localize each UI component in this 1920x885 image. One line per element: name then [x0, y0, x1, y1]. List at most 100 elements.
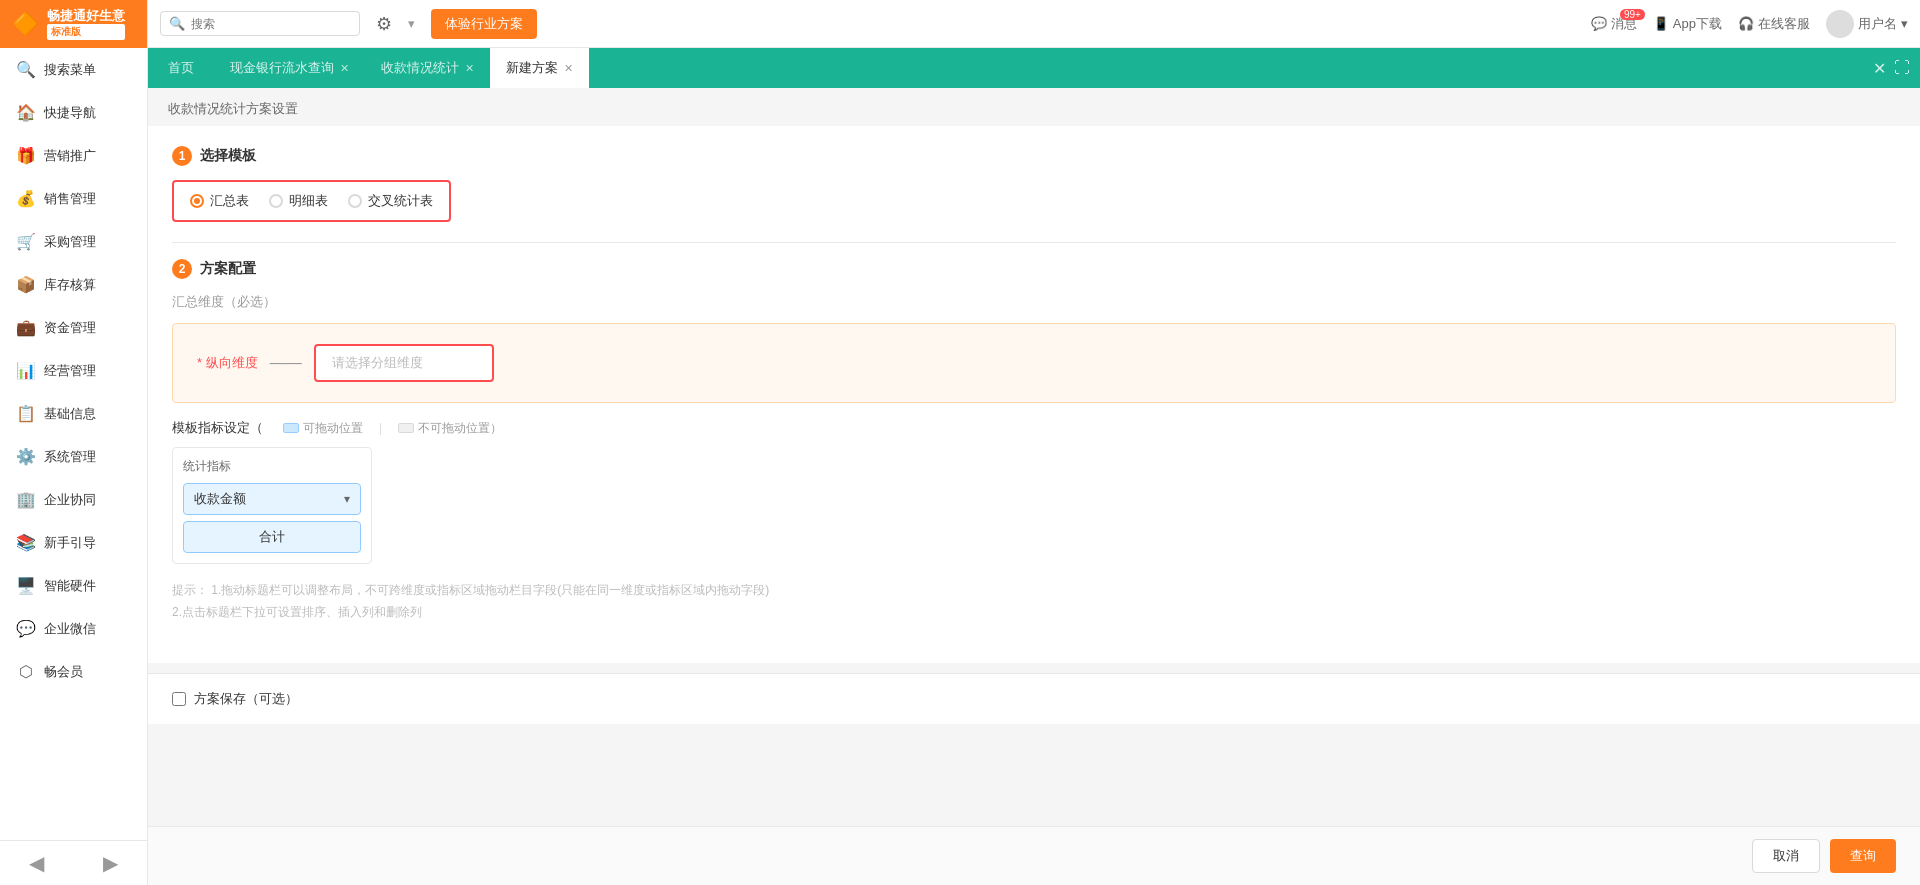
- step2-num: 2: [172, 259, 192, 279]
- username-label: 用户名: [1858, 15, 1897, 33]
- sidebar-item-member[interactable]: ⬡ 畅会员: [0, 650, 147, 693]
- member-icon: ⬡: [16, 662, 36, 681]
- metrics-header: 模板指标设定（ 可拖动位置 | 不可拖动位置）: [172, 419, 1896, 437]
- radio-summary-circle: [190, 194, 204, 208]
- dimension-config: 汇总维度（必选） 纵向维度 —— 请选择分组维度: [172, 293, 1896, 403]
- sidebar-item-basic-info[interactable]: 📋 基础信息: [0, 392, 147, 435]
- dimension-title: 汇总维度（必选）: [172, 293, 1896, 311]
- metrics-section: 模板指标设定（ 可拖动位置 | 不可拖动位置）: [172, 419, 1896, 564]
- settings-icon[interactable]: ⚙: [376, 13, 392, 35]
- save-checkbox[interactable]: [172, 692, 186, 706]
- message-icon: 💬: [1591, 16, 1607, 31]
- dimension-arrow-icon: ——: [270, 354, 302, 372]
- tab-bank-flow[interactable]: 现金银行流水查询 ✕: [214, 48, 365, 88]
- tab-receipt-stat[interactable]: 收款情况统计 ✕: [365, 48, 490, 88]
- radio-cross[interactable]: 交叉统计表: [348, 192, 433, 210]
- sidebar: 🔶 畅捷通好生意 标准版 🔍 搜索菜单 🏠 快捷导航 🎁 营销推广 💰 销售管理…: [0, 0, 148, 885]
- sales-icon: 💰: [16, 189, 36, 208]
- sidebar-item-system[interactable]: ⚙️ 系统管理: [0, 435, 147, 478]
- radio-detail-label: 明细表: [289, 192, 328, 210]
- sidebar-item-search-menu[interactable]: 🔍 搜索菜单: [0, 48, 147, 91]
- dimension-row: 纵向维度 —— 请选择分组维度: [197, 344, 1871, 382]
- home-icon: 🏠: [16, 103, 36, 122]
- tab-bar: 首页 现金银行流水查询 ✕ 收款情况统计 ✕ 新建方案 ✕ ✕ ⛶: [148, 48, 1920, 88]
- sidebar-item-smart-hw[interactable]: 🖥️ 智能硬件: [0, 564, 147, 607]
- sidebar-item-marketing[interactable]: 🎁 营销推广: [0, 134, 147, 177]
- dimension-title-text: 汇总维度（必选）: [172, 294, 276, 309]
- step2-section: 2 方案配置 汇总维度（必选） 纵向维度 —— 请选择分组维度: [172, 259, 1896, 623]
- step-divider: [172, 242, 1896, 243]
- sidebar-item-label: 采购管理: [44, 233, 96, 251]
- dimension-select-placeholder: 请选择分组维度: [332, 355, 423, 370]
- sidebar-item-operation[interactable]: 📊 经营管理: [0, 349, 147, 392]
- step1-num: 1: [172, 146, 192, 166]
- sidebar-collapse-icon[interactable]: ▶: [103, 851, 118, 875]
- monitor-icon: 🖥️: [16, 576, 36, 595]
- topbar-dropdown-icon[interactable]: ▾: [408, 16, 415, 31]
- query-button[interactable]: 查询: [1830, 839, 1896, 873]
- user-dropdown-icon: ▾: [1901, 16, 1908, 31]
- metrics-container: 统计指标 收款金额 ▾ 合计: [172, 447, 372, 564]
- app-download-button[interactable]: 📱 App下载: [1653, 15, 1722, 33]
- sidebar-item-purchase[interactable]: 🛒 采购管理: [0, 220, 147, 263]
- sidebar-item-sales[interactable]: 💰 销售管理: [0, 177, 147, 220]
- user-profile[interactable]: 用户名 ▾: [1826, 10, 1908, 38]
- non-draggable-hint-label: 不可拖动位置）: [418, 420, 502, 437]
- tab-receipt-stat-label: 收款情况统计: [381, 59, 459, 77]
- cart-icon: 🛒: [16, 232, 36, 251]
- step1-title: 1 选择模板: [172, 146, 1896, 166]
- sidebar-item-label: 系统管理: [44, 448, 96, 466]
- sidebar-item-quick-nav[interactable]: 🏠 快捷导航: [0, 91, 147, 134]
- clipboard-icon: 📋: [16, 404, 36, 423]
- topbar-right: 💬 消息 99+ 📱 App下载 🎧 在线客服 用户名 ▾: [1591, 10, 1908, 38]
- notif-badge-count: 99+: [1620, 9, 1645, 20]
- sidebar-item-finance[interactable]: 💼 资金管理: [0, 306, 147, 349]
- main-content: 🔍 ⚙ ▾ 体验行业方案 💬 消息 99+ 📱 App下载 🎧 在线客服 用户名: [148, 0, 1920, 885]
- metrics-title-text: 模板指标设定（: [172, 419, 263, 437]
- notification-button[interactable]: 💬 消息 99+: [1591, 15, 1637, 33]
- industry-solution-button[interactable]: 体验行业方案: [431, 9, 537, 39]
- enterprise-icon: 🏢: [16, 490, 36, 509]
- search-box[interactable]: 🔍: [160, 11, 360, 36]
- step1-section: 1 选择模板 汇总表 明细表 交叉统计表: [172, 146, 1896, 222]
- sidebar-item-label: 资金管理: [44, 319, 96, 337]
- search-input[interactable]: [191, 17, 341, 31]
- radio-detail-circle: [269, 194, 283, 208]
- logo-text: 畅捷通好生意: [47, 8, 125, 24]
- tab-receipt-stat-close[interactable]: ✕: [465, 62, 474, 75]
- book-icon: 📚: [16, 533, 36, 552]
- metrics-hint: 可拖动位置 | 不可拖动位置）: [283, 420, 502, 437]
- radio-summary[interactable]: 汇总表: [190, 192, 249, 210]
- search-icon: 🔍: [169, 16, 185, 31]
- topbar: 🔍 ⚙ ▾ 体验行业方案 💬 消息 99+ 📱 App下载 🎧 在线客服 用户名: [148, 0, 1920, 48]
- tab-new-plan-label: 新建方案: [506, 59, 558, 77]
- logo-badge: 标准版: [47, 24, 125, 40]
- tab-close-all-icon[interactable]: ✕: [1873, 59, 1886, 78]
- step2-title: 2 方案配置: [172, 259, 1896, 279]
- sidebar-expand-icon[interactable]: ◀: [29, 851, 44, 875]
- sidebar-item-wechat[interactable]: 💬 企业微信: [0, 607, 147, 650]
- save-label: 方案保存（可选）: [194, 690, 298, 708]
- dimension-select[interactable]: 请选择分组维度: [314, 344, 494, 382]
- breadcrumb: 收款情况统计方案设置: [148, 88, 1920, 126]
- sidebar-item-label: 快捷导航: [44, 104, 96, 122]
- metric-tag-amount[interactable]: 收款金额 ▾: [183, 483, 361, 515]
- metric-tag-text: 收款金额: [194, 490, 246, 508]
- tab-new-plan[interactable]: 新建方案 ✕: [490, 48, 589, 88]
- radio-detail[interactable]: 明细表: [269, 192, 328, 210]
- tab-home[interactable]: 首页: [148, 48, 214, 88]
- metric-tag-dropdown-icon[interactable]: ▾: [344, 492, 350, 506]
- headset-icon: 🎧: [1738, 16, 1754, 31]
- tab-home-label: 首页: [168, 59, 194, 77]
- sidebar-item-newbie[interactable]: 📚 新手引导: [0, 521, 147, 564]
- tab-bank-flow-close[interactable]: ✕: [340, 62, 349, 75]
- tab-fullscreen-icon[interactable]: ⛶: [1894, 59, 1910, 77]
- sidebar-item-stock[interactable]: 📦 库存核算: [0, 263, 147, 306]
- online-service-button[interactable]: 🎧 在线客服: [1738, 15, 1810, 33]
- sidebar-item-enterprise[interactable]: 🏢 企业协同: [0, 478, 147, 521]
- tab-new-plan-close[interactable]: ✕: [564, 62, 573, 75]
- cancel-button[interactable]: 取消: [1752, 839, 1820, 873]
- sidebar-item-label: 库存核算: [44, 276, 96, 294]
- tip-line1: 提示： 1.拖动标题栏可以调整布局，不可跨维度或指标区域拖动栏目字段(只能在同一…: [172, 580, 1896, 602]
- hint-sep: |: [379, 421, 382, 435]
